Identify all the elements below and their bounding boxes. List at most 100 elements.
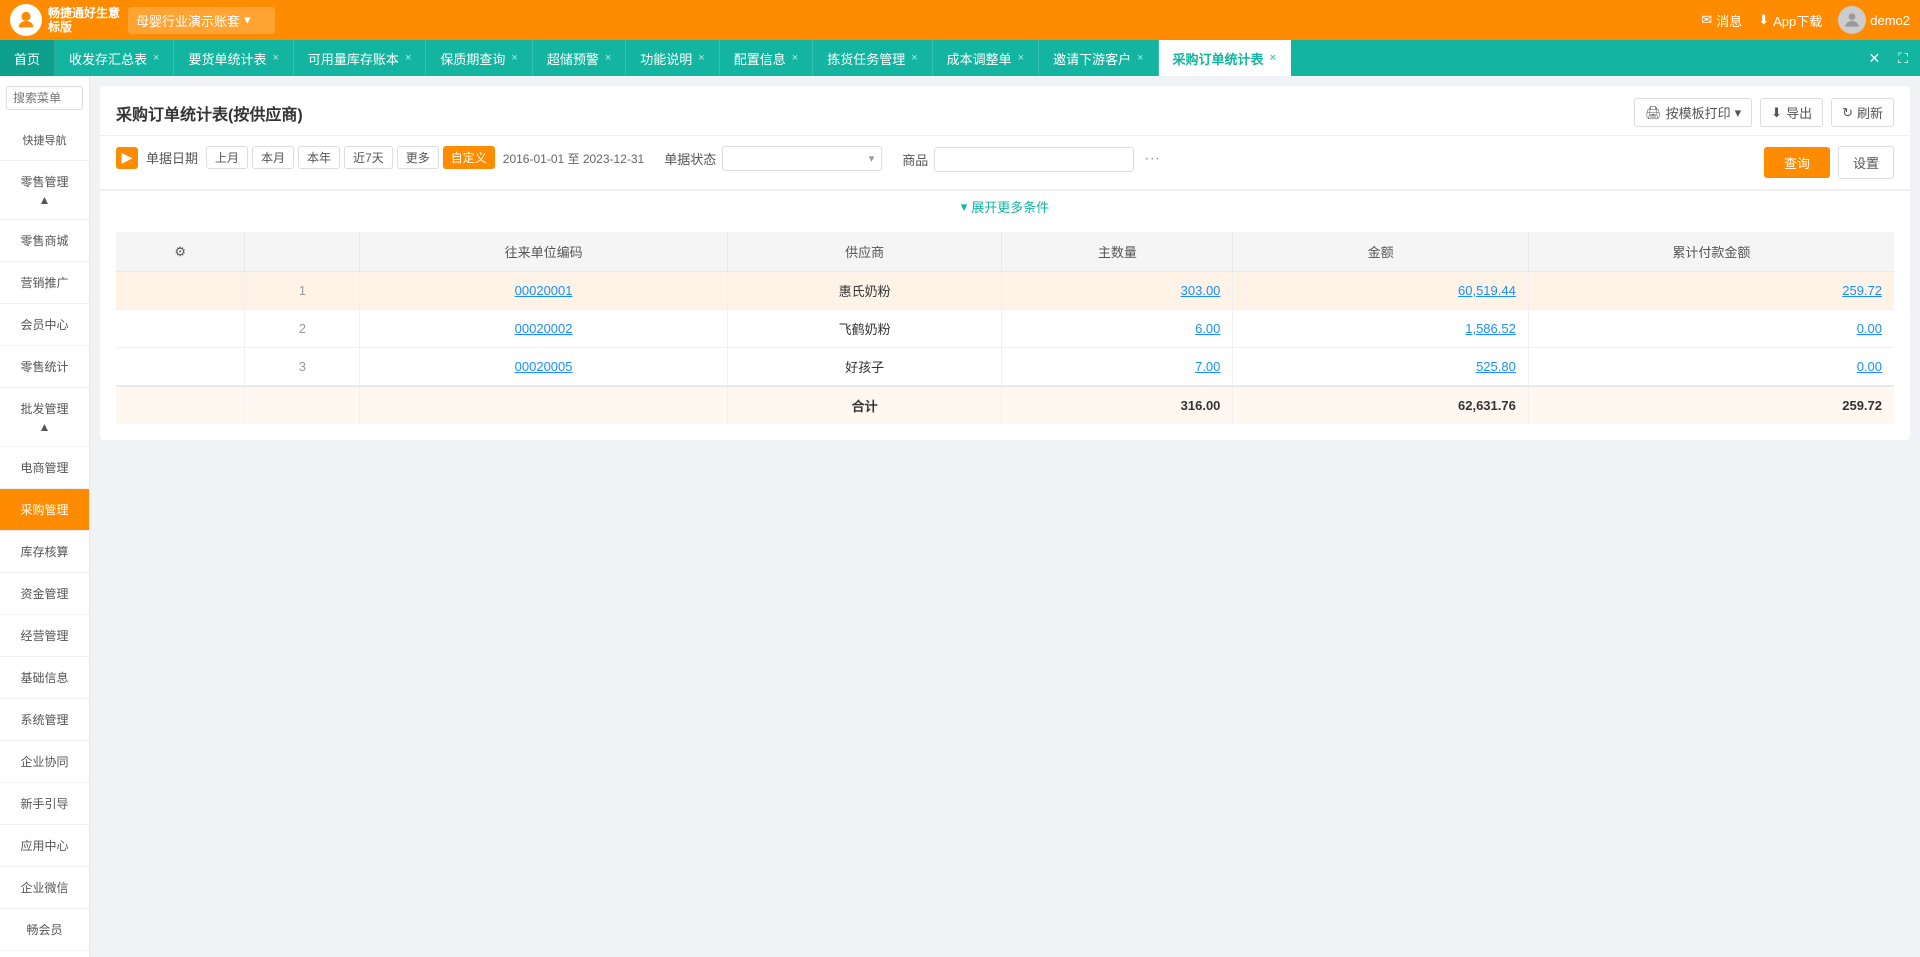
tab-maximize-button[interactable]: ⛶ — [1890, 46, 1916, 71]
filter-item-status: 单据状态 — [664, 146, 882, 171]
footer-paid-amount: 259.72 — [1528, 386, 1894, 424]
sidebar-item-ecommerce[interactable]: 电商管理 — [0, 447, 89, 489]
search-input[interactable] — [6, 86, 83, 110]
filter-date-more[interactable]: 更多 — [397, 146, 439, 169]
settings-button[interactable]: 设置 — [1838, 146, 1894, 179]
tab-cost-adjust[interactable]: 成本调整单 × — [933, 40, 1039, 76]
refresh-button[interactable]: ↻ 刷新 — [1831, 98, 1894, 127]
row-settings — [116, 310, 245, 348]
tab-invite-downstream[interactable]: 邀请下游客户 × — [1039, 40, 1158, 76]
tab-pick-task[interactable]: 拣货任务管理 × — [813, 40, 932, 76]
sidebar-item-finance[interactable]: 资金管理 — [0, 573, 89, 615]
sidebar-item-basic-info[interactable]: 基础信息 — [0, 657, 89, 699]
amount-cell[interactable]: 525.80 — [1233, 348, 1528, 387]
sidebar-search-area — [0, 76, 89, 120]
page-header: 采购订单统计表(按供应商) 🖨 按模板打印 ▾ ⬇ 导出 ↻ 刷新 — [100, 86, 1910, 136]
nav-tabs: 首页 收发存汇总表 × 要货单统计表 × 可用量库存账本 × 保质期查询 × 超… — [0, 40, 1920, 76]
goods-more-button[interactable]: ··· — [1140, 146, 1164, 172]
tab-expiry-query[interactable]: 保质期查询 × — [426, 40, 532, 76]
export-button[interactable]: ⬇ 导出 — [1760, 98, 1823, 127]
app-download-button[interactable]: ⬇ App下载 — [1758, 11, 1822, 30]
sidebar-item-wholesale[interactable]: 批发管理 ▲ — [0, 388, 89, 447]
expand-more-button[interactable]: ▾ 展开更多条件 — [961, 197, 1050, 216]
close-icon[interactable]: × — [272, 52, 278, 64]
message-button[interactable]: ✉ 消息 — [1701, 11, 1742, 30]
query-button[interactable]: 查询 — [1764, 147, 1830, 178]
sidebar-item-purchase[interactable]: 采购管理 — [0, 489, 89, 531]
sidebar-item-enterprise-wechat[interactable]: 企业微信 — [0, 867, 89, 909]
close-icon[interactable]: × — [1018, 52, 1024, 64]
supplier-code-cell[interactable]: 00020001 — [360, 272, 727, 310]
status-select[interactable] — [722, 146, 882, 171]
settings-icon[interactable]: ⚙ — [174, 244, 186, 259]
filter-date-7days[interactable]: 近7天 — [344, 146, 393, 169]
amount-cell[interactable]: 60,519.44 — [1233, 272, 1528, 310]
paid-amount-cell[interactable]: 0.00 — [1528, 310, 1894, 348]
col-settings[interactable]: ⚙ — [116, 232, 245, 272]
chevron-icon: ▲ — [39, 193, 51, 207]
sidebar-item-operation[interactable]: 经营管理 — [0, 615, 89, 657]
close-icon[interactable]: × — [792, 52, 798, 64]
download-icon: ⬇ — [1758, 12, 1769, 28]
export-icon: ⬇ — [1771, 105, 1782, 121]
sidebar-item-inventory[interactable]: 库存核算 — [0, 531, 89, 573]
tab-home[interactable]: 首页 — [0, 40, 55, 76]
sidebar-item-new-guide[interactable]: 新手引导 — [0, 783, 89, 825]
tab-purchase-summary[interactable]: 采购订单统计表 × — [1159, 40, 1291, 76]
sidebar: 快捷导航 零售管理 ▲ 零售商城 营销推广 会员中心 零售统计 批发管理 ▲ 电… — [0, 76, 90, 957]
user-area[interactable]: demo2 — [1838, 6, 1910, 34]
sidebar-item-marketing[interactable]: 营销推广 — [0, 262, 89, 304]
tab-overstock[interactable]: 超储预警 × — [533, 40, 626, 76]
main-qty-cell[interactable]: 6.00 — [1002, 310, 1233, 348]
sidebar-item-member[interactable]: 会员中心 — [0, 304, 89, 346]
filter-date-this-month[interactable]: 本月 — [252, 146, 294, 169]
sidebar-item-system[interactable]: 系统管理 — [0, 699, 89, 741]
table-row: 2 00020002 飞鹤奶粉 6.00 1,586.52 0.00 — [116, 310, 1894, 348]
filter-date-this-year[interactable]: 本年 — [298, 146, 340, 169]
col-paid-amount: 累计付款金额 — [1528, 232, 1894, 272]
close-icon[interactable]: × — [605, 52, 611, 64]
close-icon[interactable]: × — [698, 52, 704, 64]
sidebar-item-retail-store[interactable]: 零售商城 — [0, 220, 89, 262]
close-icon[interactable]: × — [1137, 52, 1143, 64]
col-main-qty: 主数量 — [1002, 232, 1233, 272]
tab-config-info[interactable]: 配置信息 × — [720, 40, 813, 76]
filter-date-last-month[interactable]: 上月 — [206, 146, 248, 169]
sidebar-item-vip-member[interactable]: 畅会员 — [0, 909, 89, 951]
supplier-code-cell[interactable]: 00020005 — [360, 348, 727, 387]
company-selector[interactable]: 母婴行业演示账套 ▾ — [128, 7, 275, 34]
sidebar-item-retail-stats[interactable]: 零售统计 — [0, 346, 89, 388]
logo-icon — [10, 4, 42, 36]
row-settings — [116, 348, 245, 387]
sidebar-item-quick-nav[interactable]: 快捷导航 — [0, 120, 89, 161]
filter-toggle-button[interactable]: ▶ — [116, 147, 138, 169]
amount-cell[interactable]: 1,586.52 — [1233, 310, 1528, 348]
sidebar-item-enterprise-coop[interactable]: 企业协同 — [0, 741, 89, 783]
sidebar-item-app-center[interactable]: 应用中心 — [0, 825, 89, 867]
filter-item-goods: 商品 ··· — [902, 146, 1164, 172]
close-icon[interactable]: × — [153, 52, 159, 64]
table-container: ⚙ 往来单位编码 供应商 主数量 金额 累计付款金额 1 000200 — [100, 232, 1910, 440]
print-button[interactable]: 🖨 按模板打印 ▾ — [1634, 98, 1752, 127]
tab-goods-summary[interactable]: 要货单统计表 × — [174, 40, 293, 76]
close-icon[interactable]: × — [911, 52, 917, 64]
goods-input[interactable] — [934, 147, 1134, 172]
close-icon[interactable]: × — [405, 52, 411, 64]
close-icon[interactable]: × — [511, 52, 517, 64]
top-bar-right: ✉ 消息 ⬇ App下载 demo2 — [1701, 6, 1910, 34]
main-qty-cell[interactable]: 7.00 — [1002, 348, 1233, 387]
filter-date-buttons: 上月 本月 本年 近7天 更多 自定义 — [206, 146, 495, 169]
tab-receive-summary[interactable]: 收发存汇总表 × — [55, 40, 174, 76]
message-icon: ✉ — [1701, 12, 1712, 28]
filter-date-custom[interactable]: 自定义 — [443, 146, 495, 169]
sidebar-item-retail[interactable]: 零售管理 ▲ — [0, 161, 89, 220]
close-icon[interactable]: × — [1270, 52, 1276, 64]
supplier-code-cell[interactable]: 00020002 — [360, 310, 727, 348]
tab-close-button[interactable]: ✕ — [1860, 46, 1888, 71]
status-label: 单据状态 — [664, 149, 716, 168]
paid-amount-cell[interactable]: 259.72 — [1528, 272, 1894, 310]
tab-usable-stock[interactable]: 可用量库存账本 × — [294, 40, 426, 76]
paid-amount-cell[interactable]: 0.00 — [1528, 348, 1894, 387]
main-qty-cell[interactable]: 303.00 — [1002, 272, 1233, 310]
tab-function-desc[interactable]: 功能说明 × — [626, 40, 719, 76]
